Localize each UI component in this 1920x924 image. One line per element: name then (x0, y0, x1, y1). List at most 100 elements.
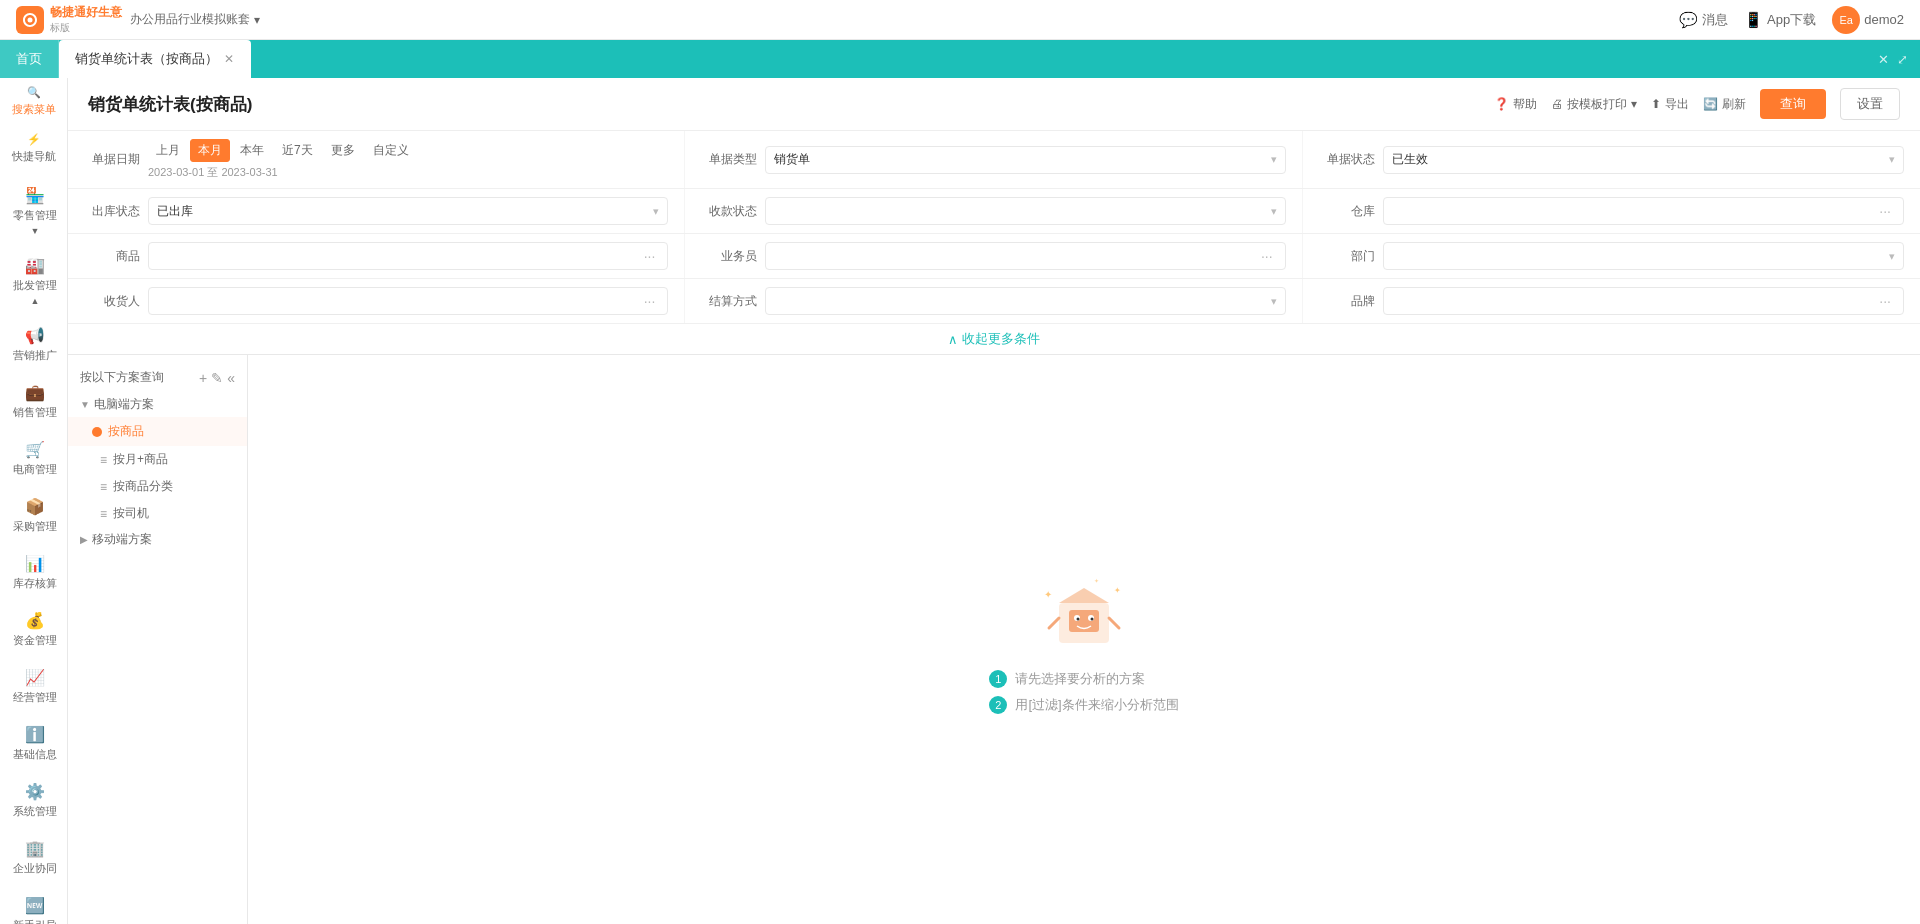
bill-status-value: 已生效 (1392, 151, 1428, 168)
sidebar-item-wholesale[interactable]: 🏭 批发管理 ▲ (0, 246, 67, 316)
query-button[interactable]: 查询 (1760, 89, 1826, 119)
empty-illustration: ✦ ✦ ✦ (1034, 558, 1134, 658)
help-btn[interactable]: ❓ 帮助 (1494, 96, 1537, 113)
search-icon: 🔍 (27, 86, 41, 99)
retail-icon: 🏪 (25, 186, 45, 205)
payment-select[interactable]: ▾ (765, 287, 1285, 315)
sidebar-item-marketing[interactable]: 📢 营销推广 (0, 316, 67, 373)
goods-dots[interactable]: ··· (640, 248, 660, 264)
guide-label: 新手引导 (13, 918, 57, 924)
sidebar-item-operations[interactable]: 📈 经营管理 (0, 658, 67, 715)
scheme-collapse-icon[interactable]: « (227, 370, 235, 386)
scheme-edit-icon[interactable]: ✎ (211, 370, 223, 386)
salesman-label: 业务员 (701, 248, 757, 265)
sidebar-item-retail[interactable]: 🏪 零售管理 ▼ (0, 176, 67, 246)
sidebar-item-sales[interactable]: 💼 销售管理 (0, 373, 67, 430)
category-arrow-down: ▼ (80, 399, 90, 410)
purchase-icon: 📦 (25, 497, 45, 516)
goods-select[interactable]: ··· (148, 242, 668, 270)
filter-brand-cell: 品牌 ··· (1303, 279, 1920, 323)
brand-select[interactable]: ··· (1383, 287, 1904, 315)
sidebar-item-purchase[interactable]: 📦 采购管理 (0, 487, 67, 544)
sidebar-item-enterprise[interactable]: 🏢 企业协同 (0, 829, 67, 886)
export-label: 导出 (1665, 96, 1689, 113)
out-status-value: 已出库 (157, 203, 193, 220)
user-area[interactable]: Ea demo2 (1832, 6, 1904, 34)
user-name: demo2 (1864, 12, 1904, 27)
close-window-icon[interactable]: ✕ (1878, 52, 1889, 67)
message-btn[interactable]: 💬 消息 (1679, 11, 1728, 29)
report-tab-label: 销货单统计表（按商品） (75, 50, 218, 68)
sidebar-item-basic[interactable]: ℹ️ 基础信息 (0, 715, 67, 772)
search-label: 搜索菜单 (12, 102, 56, 117)
filter-payment-cell: 结算方式 ▾ (685, 279, 1302, 323)
sidebar-item-system[interactable]: ⚙️ 系统管理 (0, 772, 67, 829)
tab-bar: 首页 销货单统计表（按商品） ✕ ✕ ⤢ (0, 40, 1920, 78)
warehouse-dots[interactable]: ··· (1875, 203, 1895, 219)
bill-type-select[interactable]: 销货单 ▾ (765, 146, 1285, 174)
content-wrapper: 销货单统计表(按商品) ❓ 帮助 🖨 按模板打印 ▾ ⬆ 导出 🔄 刷新 (68, 78, 1920, 924)
template-print-btn[interactable]: 🖨 按模板打印 ▾ (1551, 96, 1637, 113)
date-btn-this-month[interactable]: 本月 (190, 139, 230, 162)
scheme-add-icon[interactable]: + (199, 370, 207, 386)
sidebar-item-guide[interactable]: 🆕 新手引导 (0, 886, 67, 924)
brand-dots[interactable]: ··· (1875, 293, 1895, 309)
refresh-btn[interactable]: 🔄 刷新 (1703, 96, 1746, 113)
date-btn-this-year[interactable]: 本年 (232, 139, 272, 162)
scheme-item-category[interactable]: ≡ 按商品分类 (68, 473, 247, 500)
scheme-item-goods-label: 按商品 (108, 423, 144, 440)
app-download-btn[interactable]: 📱 App下载 (1744, 11, 1816, 29)
collapse-btn[interactable]: ∧ 收起更多条件 (948, 330, 1040, 348)
salesman-select[interactable]: ··· (765, 242, 1285, 270)
scheme-category-mobile[interactable]: ▶ 移动端方案 (68, 527, 247, 552)
category-icon: ≡ (100, 480, 107, 494)
receiver-dots[interactable]: ··· (640, 293, 660, 309)
sidebar-item-inventory[interactable]: 📊 库存核算 (0, 544, 67, 601)
brand-label: 品牌 (1319, 293, 1375, 310)
warehouse-select[interactable]: ··· (1383, 197, 1904, 225)
maximize-icon[interactable]: ⤢ (1897, 52, 1908, 67)
workspace-dropdown[interactable]: 办公用品行业模拟账套 ▾ (130, 11, 260, 28)
scheme-item-month-goods[interactable]: ≡ 按月+商品 (68, 446, 247, 473)
step-2-circle: 2 (989, 696, 1007, 714)
tab-home[interactable]: 首页 (0, 40, 59, 78)
tab-close-icon[interactable]: ✕ (224, 52, 234, 66)
receive-status-select[interactable]: ▾ (765, 197, 1285, 225)
empty-step-2: 2 用[过滤]条件来缩小分析范围 (989, 696, 1178, 714)
page-action-group: ❓ 帮助 🖨 按模板打印 ▾ ⬆ 导出 🔄 刷新 查询 设置 (1494, 88, 1900, 120)
out-status-select[interactable]: 已出库 ▾ (148, 197, 668, 225)
date-btn-7days[interactable]: 近7天 (274, 139, 321, 162)
marketing-label: 营销推广 (13, 348, 57, 363)
sidebar-item-ecommerce[interactable]: 🛒 电商管理 (0, 430, 67, 487)
scheme-item-by-goods[interactable]: 按商品 (68, 417, 247, 446)
sidebar-quick-nav[interactable]: ⚡ 快捷导航 (0, 125, 67, 172)
sidebar-item-finance[interactable]: 💰 资金管理 (0, 601, 67, 658)
date-btn-custom[interactable]: 自定义 (365, 139, 417, 162)
settings-button[interactable]: 设置 (1840, 88, 1900, 120)
phone-icon: 📱 (1744, 11, 1763, 29)
svg-text:✦: ✦ (1114, 586, 1121, 595)
scheme-item-driver[interactable]: ≡ 按司机 (68, 500, 247, 527)
svg-line-9 (1109, 618, 1119, 628)
svg-point-7 (1090, 617, 1093, 620)
receiver-select[interactable]: ··· (148, 287, 668, 315)
driver-label: 按司机 (113, 505, 149, 522)
warehouse-label: 仓库 (1319, 203, 1375, 220)
salesman-dots[interactable]: ··· (1257, 248, 1277, 264)
step-1-text: 请先选择要分析的方案 (1015, 670, 1145, 688)
date-btn-last-month[interactable]: 上月 (148, 139, 188, 162)
department-select[interactable]: ▾ (1383, 242, 1904, 270)
step-1-circle: 1 (989, 670, 1007, 688)
empty-step-1: 1 请先选择要分析的方案 (989, 670, 1178, 688)
export-btn[interactable]: ⬆ 导出 (1651, 96, 1689, 113)
date-label: 单据日期 (84, 151, 140, 168)
sidebar-search[interactable]: 🔍 搜索菜单 (0, 78, 67, 125)
svg-line-8 (1049, 618, 1059, 628)
bill-status-select[interactable]: 已生效 ▾ (1383, 146, 1904, 174)
svg-text:✦: ✦ (1044, 589, 1052, 600)
ecommerce-icon: 🛒 (25, 440, 45, 459)
refresh-label: 刷新 (1722, 96, 1746, 113)
date-btn-more[interactable]: 更多 (323, 139, 363, 162)
scheme-category-desktop[interactable]: ▼ 电脑端方案 (68, 392, 247, 417)
tab-report[interactable]: 销货单统计表（按商品） ✕ (59, 40, 251, 78)
